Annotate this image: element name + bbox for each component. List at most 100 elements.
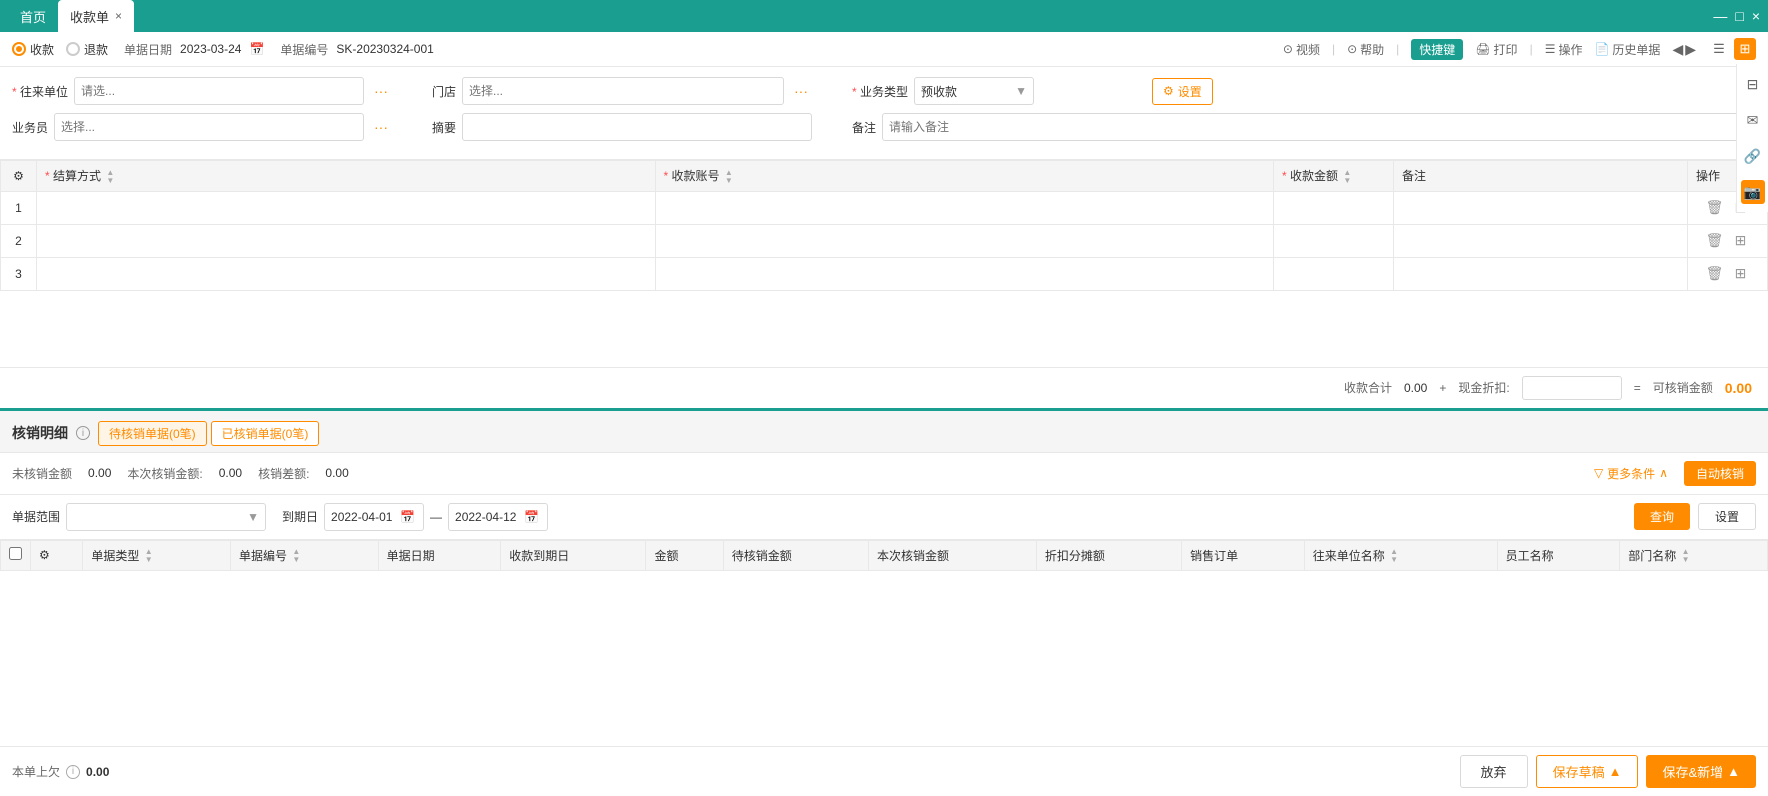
row-3-amount[interactable] xyxy=(1274,257,1394,290)
row-2-settlement[interactable] xyxy=(37,224,656,257)
save-draft-btn[interactable]: 保存草稿 ▲ xyxy=(1536,755,1639,788)
remark-label: 备注 xyxy=(852,119,876,136)
nav-next[interactable]: ▶ xyxy=(1685,41,1696,58)
tab-home[interactable]: 首页 xyxy=(8,0,58,32)
row-3-delete-icon[interactable]: 🗑 xyxy=(1705,264,1725,284)
side-table-icon[interactable]: ⊟ xyxy=(1741,72,1765,96)
store-input[interactable] xyxy=(462,77,784,105)
row-3-account[interactable] xyxy=(655,257,1274,290)
bottom-header-counterpart: 往来单位名称 ▲▼ xyxy=(1304,540,1497,571)
stats-row: 未核销金额 0.00 本次核销金额: 0.00 核销差额: 0.00 ▽ 更多条… xyxy=(0,453,1768,495)
row-2-copy-icon[interactable]: ⊞ xyxy=(1731,231,1751,251)
remark-input[interactable] xyxy=(882,113,1756,141)
bottom-table-checkbox-header[interactable] xyxy=(1,540,31,571)
form-settings-btn[interactable]: ⚙ 设置 xyxy=(1152,78,1213,105)
tab-done[interactable]: 已核销单据(0笔) xyxy=(211,421,320,446)
uncancelled-label: 未核销金额 xyxy=(12,465,72,482)
bottom-header-settings[interactable]: ⚙ xyxy=(31,540,83,571)
tab-bar: 首页 收款单 × — □ × xyxy=(0,0,1768,32)
row-3-copy-icon[interactable]: ⊞ xyxy=(1731,264,1751,284)
date-start-input[interactable]: 2022-04-01 📅 xyxy=(324,503,424,531)
date-start-value: 2022-04-01 xyxy=(331,510,392,524)
save-new-btn[interactable]: 保存&新增 ▲ xyxy=(1646,755,1756,788)
history-btn[interactable]: 📄 历史单据 xyxy=(1594,41,1660,58)
radio-receipt[interactable]: 收款 xyxy=(12,41,54,58)
tab-receipt[interactable]: 收款单 × xyxy=(58,0,134,32)
save-draft-label: 保存草稿 xyxy=(1553,762,1605,781)
row-2-account[interactable] xyxy=(655,224,1274,257)
row-1-remark[interactable] xyxy=(1394,191,1688,224)
row-3-settlement[interactable] xyxy=(37,257,656,290)
date-end-input[interactable]: 2022-04-12 📅 xyxy=(448,503,548,531)
operation-btn[interactable]: ☰ 操作 xyxy=(1545,41,1583,58)
view-list-icon[interactable]: ☰ xyxy=(1708,38,1730,60)
side-camera-icon[interactable]: 📷 xyxy=(1741,180,1765,204)
business-type-select[interactable]: 预收款 ▼ xyxy=(914,77,1034,105)
window-min-btn[interactable]: — xyxy=(1713,8,1727,24)
total-label: 收款合计 xyxy=(1344,379,1392,396)
current-value: 0.00 xyxy=(219,466,242,480)
bottom-settings-btn[interactable]: 设置 xyxy=(1698,503,1756,530)
date-end-value: 2022-04-12 xyxy=(455,510,516,524)
print-btn[interactable]: 🖨 打印 xyxy=(1475,41,1517,58)
counterpart-more-btn[interactable]: ··· xyxy=(370,83,392,99)
query-btn[interactable]: 查询 xyxy=(1634,503,1690,530)
video-btn[interactable]: ⊙ 视频 xyxy=(1283,41,1320,58)
summary-input[interactable] xyxy=(462,113,812,141)
row-1-account[interactable] xyxy=(655,191,1274,224)
abandon-btn[interactable]: 放弃 xyxy=(1460,755,1528,788)
form-row-1: * 往来单位 ··· 门店 ··· * 业务类型 预收款 xyxy=(12,77,1756,105)
row-2-remark[interactable] xyxy=(1394,224,1688,257)
tab-pending[interactable]: 待核销单据(0笔) xyxy=(98,421,207,446)
discount-input[interactable] xyxy=(1522,376,1622,400)
table-header-settings[interactable]: ⚙ xyxy=(1,161,37,192)
filter-icon: ▽ xyxy=(1594,466,1603,480)
receipt-table: ⚙ * 结算方式 ▲▼ * 收款账号 ▲▼ * 收款金额 xyxy=(0,160,1768,291)
shortcut-btn[interactable]: 快捷键 xyxy=(1411,39,1463,60)
current-label: 本次核销金额: xyxy=(127,465,202,482)
operation-icon: ☰ xyxy=(1545,42,1556,56)
side-mail-icon[interactable]: ✉ xyxy=(1741,108,1765,132)
staff-input[interactable] xyxy=(54,113,364,141)
counterpart-field: * 往来单位 ··· xyxy=(12,77,392,105)
bottom-header-sales-order: 销售订单 xyxy=(1182,540,1305,571)
row-1-amount[interactable] xyxy=(1274,191,1394,224)
verification-title: 核销明细 xyxy=(12,423,68,443)
date-end-calendar: 📅 xyxy=(524,510,539,524)
business-type-value: 预收款 xyxy=(921,83,957,100)
row-1-num: 1 xyxy=(1,191,37,224)
window-max-btn[interactable]: □ xyxy=(1735,8,1743,24)
doc-no-label: 单据编号 xyxy=(280,41,328,58)
business-type-arrow: ▼ xyxy=(1015,84,1027,98)
doc-no-info: 单据编号 SK-20230324-001 xyxy=(280,41,433,58)
doc-range-select[interactable]: ▼ xyxy=(66,503,266,531)
select-all-checkbox[interactable] xyxy=(9,547,22,560)
auto-verify-btn[interactable]: 自动核销 xyxy=(1684,461,1756,486)
row-2-delete-icon[interactable]: 🗑 xyxy=(1705,231,1725,251)
store-more-btn[interactable]: ··· xyxy=(790,83,812,99)
row-1-delete-icon[interactable]: 🗑 xyxy=(1705,198,1725,218)
row-3-remark[interactable] xyxy=(1394,257,1688,290)
calendar-icon[interactable]: 📅 xyxy=(249,42,264,56)
radio-refund-dot xyxy=(66,42,80,56)
more-conditions-btn[interactable]: ▽ 更多条件 ∧ xyxy=(1594,465,1668,482)
tab-close-icon[interactable]: × xyxy=(115,9,122,23)
settings-btn-label: 设置 xyxy=(1178,83,1202,100)
staff-more-btn[interactable]: ··· xyxy=(370,119,392,135)
doc-date-value: 2023-03-24 xyxy=(180,42,241,56)
radio-refund[interactable]: 退款 xyxy=(66,41,108,58)
view-grid-icon[interactable]: ⊞ xyxy=(1734,38,1756,60)
date-filter: 到期日 2022-04-01 📅 — 2022-04-12 📅 xyxy=(282,503,548,531)
counterpart-input[interactable] xyxy=(74,77,364,105)
help-icon: ⊙ xyxy=(1347,42,1357,56)
side-link-icon[interactable]: 🔗 xyxy=(1741,144,1765,168)
verification-info-icon[interactable]: i xyxy=(76,426,90,440)
window-close-btn[interactable]: × xyxy=(1752,8,1760,24)
operation-label: 操作 xyxy=(1558,41,1582,58)
equals-sign: = xyxy=(1634,381,1641,395)
bottom-table-wrapper: ⚙ 单据类型 ▲▼ 单据编号 ▲▼ 单据日期 收款到期日 xyxy=(0,540,1768,747)
nav-prev[interactable]: ◀ xyxy=(1672,41,1683,58)
row-2-amount[interactable] xyxy=(1274,224,1394,257)
row-1-settlement[interactable] xyxy=(37,191,656,224)
help-btn[interactable]: ⊙ 帮助 xyxy=(1347,41,1384,58)
